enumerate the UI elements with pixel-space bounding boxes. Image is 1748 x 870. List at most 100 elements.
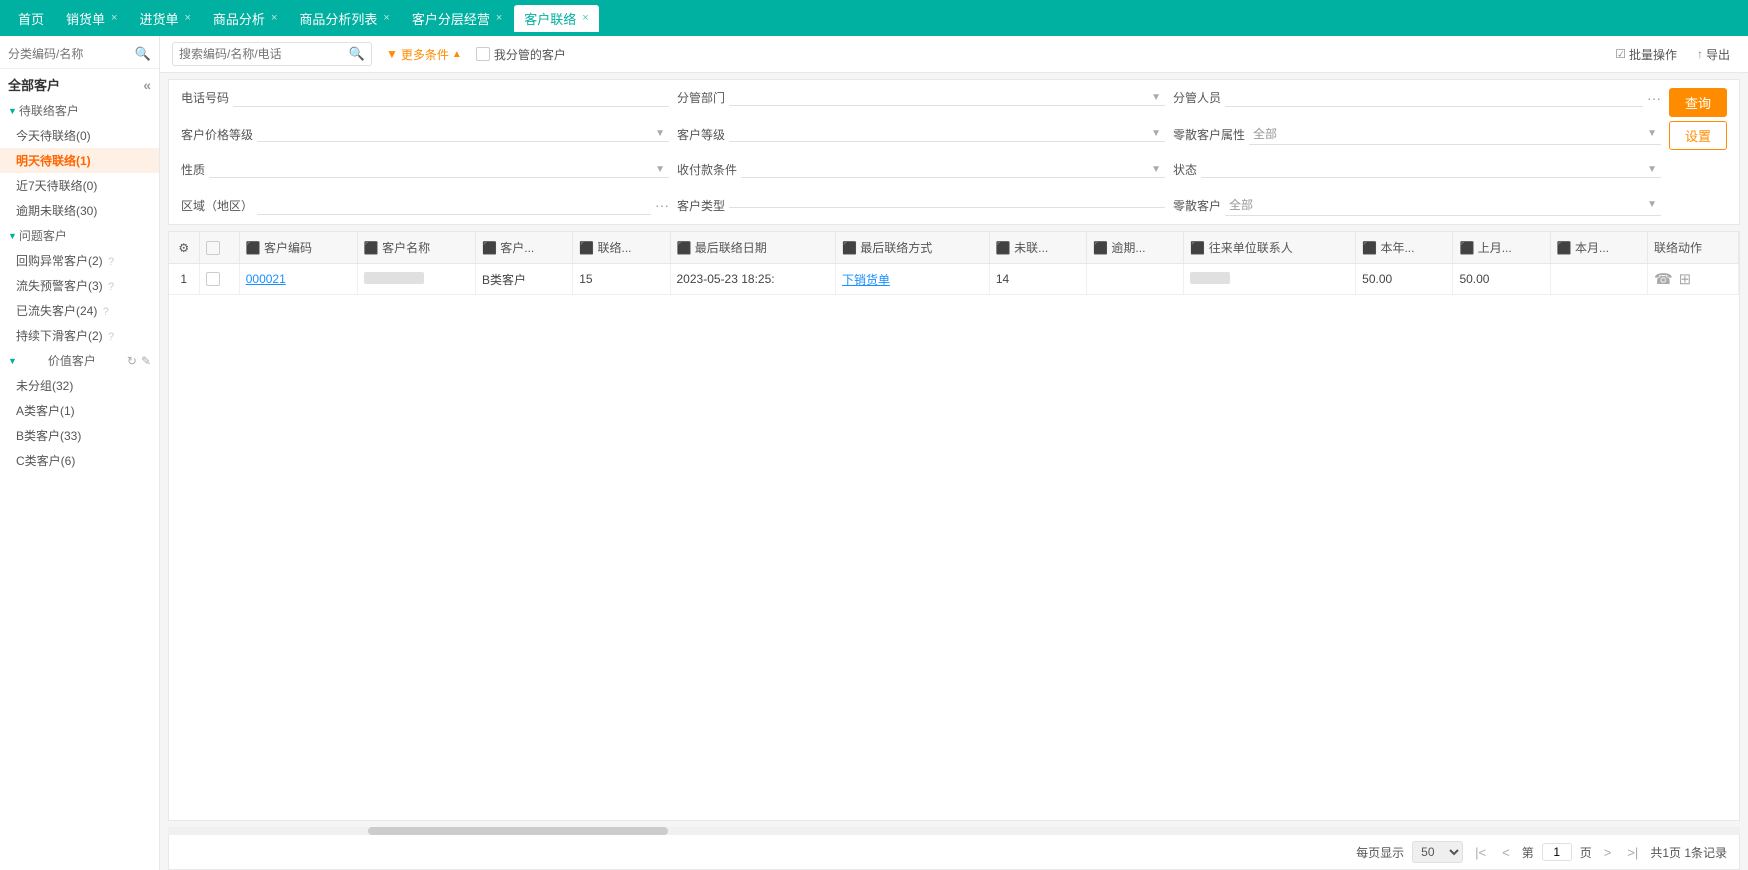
- help-icon[interactable]: ?: [108, 281, 114, 293]
- sort-icon: ⬛: [1093, 241, 1111, 255]
- help-icon[interactable]: ?: [108, 331, 114, 343]
- nav-customer-segment[interactable]: 客户分层经营 ×: [402, 5, 512, 32]
- next-page-button[interactable]: >: [1600, 844, 1616, 861]
- nav-product-analysis[interactable]: 商品分析 ×: [203, 5, 287, 32]
- chevron-down-icon: ▼: [1647, 199, 1657, 210]
- sidebar-item-churn-warning[interactable]: 流失预警客户(3) ?: [0, 273, 159, 298]
- sidebar-item-churned[interactable]: 已流失客户(24) ?: [0, 298, 159, 323]
- scrollbar-thumb[interactable]: [368, 827, 668, 835]
- refresh-icon[interactable]: ↻: [127, 354, 137, 368]
- grid-icon[interactable]: ⊞: [1679, 270, 1692, 288]
- sidebar-item-overdue-contact[interactable]: 逾期未联络(30): [0, 198, 159, 223]
- sort-icon: ⬛: [996, 241, 1014, 255]
- payment-select[interactable]: ▼: [741, 162, 1165, 178]
- customer-level-select[interactable]: ▼: [729, 126, 1165, 142]
- horizontal-scrollbar[interactable]: [168, 827, 1740, 835]
- more-options-icon[interactable]: ···: [1647, 90, 1661, 106]
- sort-icon: ⬛: [482, 241, 500, 255]
- nav-customer-contact[interactable]: 客户联络 ×: [514, 5, 598, 32]
- sidebar-item-c-class[interactable]: C类客户(6): [0, 448, 159, 473]
- sidebar-search-area: 🔍: [0, 40, 159, 69]
- first-page-button[interactable]: |<: [1471, 844, 1490, 861]
- col-settings[interactable]: ⚙: [169, 232, 199, 264]
- area-input[interactable]: [257, 196, 651, 215]
- edit-icon[interactable]: ✎: [141, 354, 151, 368]
- search-icon[interactable]: 🔍: [349, 46, 365, 62]
- sort-icon: ⬛: [1362, 241, 1380, 255]
- dept-select[interactable]: ▼: [729, 90, 1165, 106]
- filter-buttons: 查询 设置: [1669, 88, 1727, 150]
- col-action: 联络动作: [1647, 232, 1738, 264]
- my-customers-checkbox[interactable]: 我分管的客户: [476, 46, 566, 63]
- filter-payment: 收付款条件 ▼: [677, 161, 1165, 178]
- status-select[interactable]: ▼: [1201, 162, 1661, 178]
- chevron-icon: ▲: [452, 49, 462, 60]
- manager-input[interactable]: [1225, 88, 1643, 107]
- last-page-button[interactable]: >|: [1623, 844, 1642, 861]
- sort-icon: ⬛: [677, 241, 695, 255]
- customer-type-select[interactable]: [729, 203, 1165, 208]
- sidebar-item-b-class[interactable]: B类客户(33): [0, 423, 159, 448]
- col-contacts: ⬛ 联络...: [573, 232, 670, 264]
- search-input-wrapper: 🔍: [172, 42, 372, 66]
- sidebar-item-7days-contact[interactable]: 近7天待联络(0): [0, 173, 159, 198]
- batch-operation-button[interactable]: ☑ 批量操作: [1609, 43, 1683, 66]
- header-checkbox[interactable]: [206, 241, 220, 255]
- close-icon[interactable]: ×: [582, 12, 588, 24]
- gender-select[interactable]: ▼: [209, 162, 669, 178]
- filter-dept: 分管部门 ▼: [677, 89, 1165, 106]
- price-level-select[interactable]: ▼: [257, 126, 669, 142]
- retail-attr-select[interactable]: 全部 ▼: [1249, 123, 1661, 145]
- all-customers-header[interactable]: 全部客户 «: [0, 69, 159, 98]
- close-icon[interactable]: ×: [383, 12, 389, 24]
- settings-button[interactable]: 设置: [1669, 121, 1727, 150]
- sidebar-item-ungrouped[interactable]: 未分组(32): [0, 373, 159, 398]
- close-icon[interactable]: ×: [496, 12, 502, 24]
- cell-last-month: 50.00: [1453, 264, 1550, 295]
- sidebar-item-tomorrow-contact[interactable]: 明天待联络(1): [0, 148, 159, 173]
- chevron-down-icon: ▼: [1647, 128, 1657, 139]
- phone-input[interactable]: [233, 88, 669, 107]
- prev-page-button[interactable]: <: [1498, 844, 1514, 861]
- more-options-icon[interactable]: ···: [655, 197, 669, 213]
- search-input[interactable]: [179, 47, 349, 61]
- cell-checkbox[interactable]: [199, 264, 239, 295]
- cell-not-contacted: 14: [989, 264, 1086, 295]
- col-last-date: ⬛ 最后联络日期: [670, 232, 836, 264]
- content-area: 🔍 ▼ 更多条件 ▲ 我分管的客户 ☑ 批量操作 ↑ 导出: [160, 36, 1748, 870]
- filter-customer-level: 客户等级 ▼: [677, 126, 1165, 143]
- nav-sales-order[interactable]: 销货单 ×: [56, 5, 127, 32]
- cell-last-method[interactable]: 下销货单: [836, 264, 990, 295]
- sidebar-item-today-contact[interactable]: 今天待联络(0): [0, 123, 159, 148]
- close-icon[interactable]: ×: [111, 12, 117, 24]
- row-checkbox[interactable]: [206, 272, 220, 286]
- nav-product-analysis-list[interactable]: 商品分析列表 ×: [289, 5, 399, 32]
- filter-row-4: 区域（地区） ··· 客户类型 零散客户: [181, 194, 1661, 216]
- close-icon[interactable]: ×: [271, 12, 277, 24]
- settings-icon[interactable]: ⚙: [178, 241, 189, 255]
- page-size-select[interactable]: 50 20 100: [1412, 841, 1463, 863]
- sidebar-item-abnormal-repurchase[interactable]: 回购异常客户(2) ?: [0, 248, 159, 273]
- contact-icon[interactable]: ☎: [1654, 270, 1673, 288]
- collapse-icon[interactable]: «: [143, 77, 151, 93]
- checkbox-icon[interactable]: [476, 47, 490, 61]
- more-filters-button[interactable]: ▼ 更多条件 ▲: [380, 43, 468, 66]
- filter-retail-customer: 零散客户 全部 ▼: [1173, 194, 1661, 216]
- sidebar-item-declining[interactable]: 持续下滑客户(2) ?: [0, 323, 159, 348]
- customer-table: ⚙ ⬛ 客户编码 ⬛ 客户名称 ⬛ 客户...: [168, 231, 1740, 821]
- sidebar-search-input[interactable]: [8, 47, 135, 61]
- nav-home[interactable]: 首页: [8, 5, 54, 32]
- page-number-input[interactable]: [1542, 843, 1572, 861]
- sort-icon: ⬛: [1557, 241, 1575, 255]
- col-checkbox[interactable]: [199, 232, 239, 264]
- query-button[interactable]: 查询: [1669, 88, 1727, 117]
- chevron-down-icon: ▼: [1151, 164, 1161, 175]
- help-icon[interactable]: ?: [103, 306, 109, 318]
- retail-customer-select[interactable]: 全部 ▼: [1225, 194, 1661, 216]
- nav-purchase-order[interactable]: 进货单 ×: [129, 5, 200, 32]
- close-icon[interactable]: ×: [184, 12, 190, 24]
- export-button[interactable]: ↑ 导出: [1691, 43, 1736, 66]
- sidebar-search-icon[interactable]: 🔍: [135, 46, 151, 62]
- sidebar-item-a-class[interactable]: A类客户(1): [0, 398, 159, 423]
- help-icon[interactable]: ?: [108, 256, 114, 268]
